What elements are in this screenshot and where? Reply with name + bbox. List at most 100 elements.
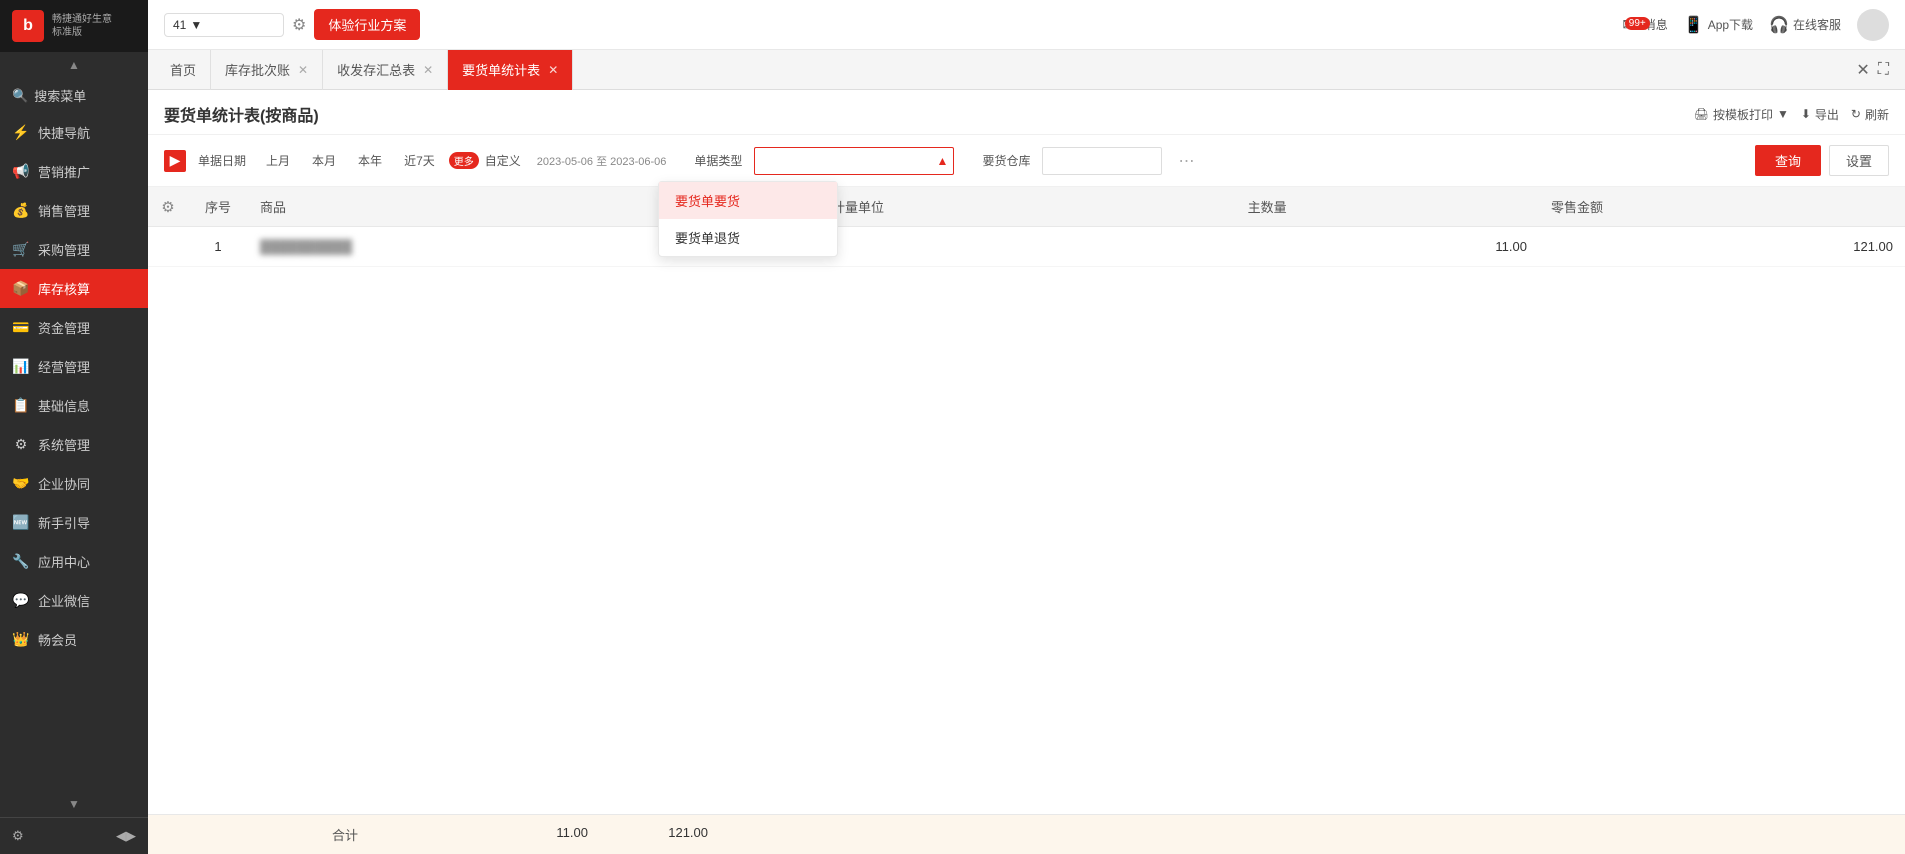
maximize-tab-icon[interactable]: ⛶	[1878, 61, 1889, 79]
col-header-qty: 主数量	[1236, 187, 1539, 227]
date-btn-last-month[interactable]: 上月	[258, 150, 298, 171]
data-table-container: ⚙ 序号 商品 主计量单位 主数量 零售金额 1 ██████████	[148, 187, 1905, 814]
sidebar-collapse-btn[interactable]: ◀▶	[116, 828, 136, 844]
date-btn-this-month[interactable]: 本月	[304, 150, 344, 171]
col-header-settings: ⚙	[148, 187, 188, 227]
export-btn[interactable]: ⬇ 导出	[1801, 106, 1839, 123]
inventory-icon: 📦	[12, 280, 30, 298]
sidebar-item-purchase[interactable]: 🛒 采购管理	[0, 230, 148, 269]
search-icon: 🔍	[12, 88, 28, 104]
date-more-badge[interactable]: 更多	[449, 152, 479, 169]
date-custom-btn[interactable]: 自定义	[485, 152, 521, 169]
tab-home[interactable]: 首页	[156, 50, 211, 90]
sidebar-item-quick-nav[interactable]: ⚡ 快捷导航	[0, 113, 148, 152]
tab-inventory-batch[interactable]: 库存批次账 ✕	[211, 50, 323, 90]
column-settings-icon[interactable]: ⚙	[161, 199, 174, 216]
expand-filter-btn[interactable]: ▶	[164, 150, 186, 172]
notification-item[interactable]: ✉ 99+ 消息	[1622, 15, 1667, 35]
sidebar-settings-icon[interactable]: ⚙	[12, 828, 24, 844]
query-button[interactable]: 查询	[1755, 145, 1821, 176]
footer-empty-settings	[160, 825, 240, 844]
type-select-input[interactable]	[754, 147, 954, 175]
date-btn-7days[interactable]: 近7天	[396, 150, 443, 171]
sidebar-item-appstore[interactable]: 🔧 应用中心	[0, 542, 148, 581]
footer-label: 合计	[320, 825, 400, 844]
date-filter-label: 单据日期	[198, 152, 246, 169]
sidebar-item-sales[interactable]: 💰 销售管理	[0, 191, 148, 230]
settings-gear-icon[interactable]: ⚙	[292, 15, 306, 35]
table-row: 1 ██████████ 块 11.00 121.00	[148, 227, 1905, 267]
warehouse-selector[interactable]	[1042, 147, 1162, 175]
tabs-bar: 首页 库存批次账 ✕ 收发存汇总表 ✕ 要货单统计表 ✕ ✕ ⛶	[148, 50, 1905, 90]
header-left: 41 ▼ ⚙ 体验行业方案	[164, 9, 420, 40]
page-title: 要货单统计表(按商品)	[164, 102, 319, 126]
main-area: 41 ▼ ⚙ 体验行业方案 ✉ 99+ 消息 📱 App下载 🎧 在线客服	[148, 0, 1905, 854]
date-shortcuts: 上月 本月 本年 近7天 更多 自定义	[258, 150, 521, 171]
sidebar-item-operations[interactable]: 📊 经营管理	[0, 347, 148, 386]
trial-button[interactable]: 体验行业方案	[314, 9, 420, 40]
sidebar-item-finance[interactable]: 💳 资金管理	[0, 308, 148, 347]
tab-purchase-order-stats[interactable]: 要货单统计表 ✕	[448, 50, 573, 90]
export-icon: ⬇	[1801, 107, 1811, 121]
dropdown-item-purchase-return[interactable]: 要货单退货	[659, 219, 837, 256]
page-header: 要货单统计表(按商品) 🖨 按模板打印 ▼ ⬇ 导出 ↻ 刷新	[148, 90, 1905, 135]
store-selector[interactable]: 41 ▼	[164, 13, 284, 37]
close-tab-receive-summary[interactable]: ✕	[423, 63, 433, 77]
close-tab-purchase-order-stats[interactable]: ✕	[548, 63, 558, 77]
footer-amount: 121.00	[600, 825, 720, 844]
purchase-icon: 🛒	[12, 241, 30, 259]
sidebar-scroll-down[interactable]: ▼	[0, 791, 148, 817]
sidebar-item-guide[interactable]: 🆕 新手引导	[0, 503, 148, 542]
warehouse-more-icon[interactable]: ⋯	[1178, 151, 1194, 171]
filter-bar: ▶ 单据日期 上月 本月 本年 近7天 更多 自定义 2023-05-06 至 …	[148, 135, 1905, 187]
sidebar-item-collab[interactable]: 🤝 企业协同	[0, 464, 148, 503]
footer-qty: 11.00	[480, 825, 600, 844]
col-header-unit: 主计量单位	[807, 187, 1236, 227]
operations-icon: 📊	[12, 358, 30, 376]
sidebar-item-wechat[interactable]: 💬 企业微信	[0, 581, 148, 620]
print-template-btn[interactable]: 🖨 按模板打印 ▼	[1694, 106, 1789, 123]
close-tab-inventory-batch[interactable]: ✕	[298, 63, 308, 77]
system-icon: ⚙	[12, 436, 30, 454]
date-btn-this-year[interactable]: 本年	[350, 150, 390, 171]
print-icon: 🖨	[1694, 107, 1709, 121]
sidebar-item-system[interactable]: ⚙ 系统管理	[0, 425, 148, 464]
tab-receive-summary[interactable]: 收发存汇总表 ✕	[323, 50, 448, 90]
collab-icon: 🤝	[12, 475, 30, 493]
brand-name: 畅捷通好生意 标准版	[52, 13, 112, 39]
page-content: 要货单统计表(按商品) 🖨 按模板打印 ▼ ⬇ 导出 ↻ 刷新 ▶	[148, 90, 1905, 854]
header: 41 ▼ ⚙ 体验行业方案 ✉ 99+ 消息 📱 App下载 🎧 在线客服	[148, 0, 1905, 50]
user-avatar[interactable]	[1857, 9, 1889, 41]
sidebar-nav: ⚡ 快捷导航 📢 营销推广 💰 销售管理 🛒 采购管理 📦 库存核算 💳 资金管…	[0, 113, 148, 791]
search-menu-item[interactable]: 🔍 搜索菜单	[0, 78, 148, 113]
marketing-icon: 📢	[12, 163, 30, 181]
refresh-icon: ↻	[1851, 107, 1861, 121]
cell-unit: 块	[807, 227, 1236, 267]
sidebar-item-vip[interactable]: 👑 畅会员	[0, 620, 148, 659]
app-download-icon: 📱	[1684, 15, 1704, 35]
warehouse-filter-label: 要货仓库	[982, 152, 1030, 169]
app-download-item[interactable]: 📱 App下载	[1684, 15, 1753, 35]
sales-icon: 💰	[12, 202, 30, 220]
page-actions: 🖨 按模板打印 ▼ ⬇ 导出 ↻ 刷新	[1694, 106, 1889, 123]
dropdown-item-purchase-order[interactable]: 要货单要货	[659, 182, 837, 219]
tabs-actions: ✕ ⛶	[1856, 60, 1897, 80]
sidebar-item-inventory[interactable]: 📦 库存核算	[0, 269, 148, 308]
guide-icon: 🆕	[12, 514, 30, 532]
cell-num: 1	[188, 227, 248, 267]
vip-icon: 👑	[12, 631, 30, 649]
refresh-btn[interactable]: ↻ 刷新	[1851, 106, 1889, 123]
footer-empty-num	[240, 825, 320, 844]
logo-icon: b	[12, 10, 44, 42]
close-all-tabs-icon[interactable]: ✕	[1856, 60, 1869, 80]
header-right: ✉ 99+ 消息 📱 App下载 🎧 在线客服	[1622, 9, 1889, 41]
footer-empty-unit	[400, 825, 480, 844]
settings-button[interactable]: 设置	[1829, 145, 1889, 176]
sidebar-scroll-up[interactable]: ▲	[0, 52, 148, 78]
cell-settings	[148, 227, 188, 267]
sidebar-item-marketing[interactable]: 📢 营销推广	[0, 152, 148, 191]
online-service-item[interactable]: 🎧 在线客服	[1769, 15, 1841, 35]
appstore-icon: 🔧	[12, 553, 30, 571]
sidebar-item-basic-info[interactable]: 📋 基础信息	[0, 386, 148, 425]
table-header-row: ⚙ 序号 商品 主计量单位 主数量 零售金额	[148, 187, 1905, 227]
